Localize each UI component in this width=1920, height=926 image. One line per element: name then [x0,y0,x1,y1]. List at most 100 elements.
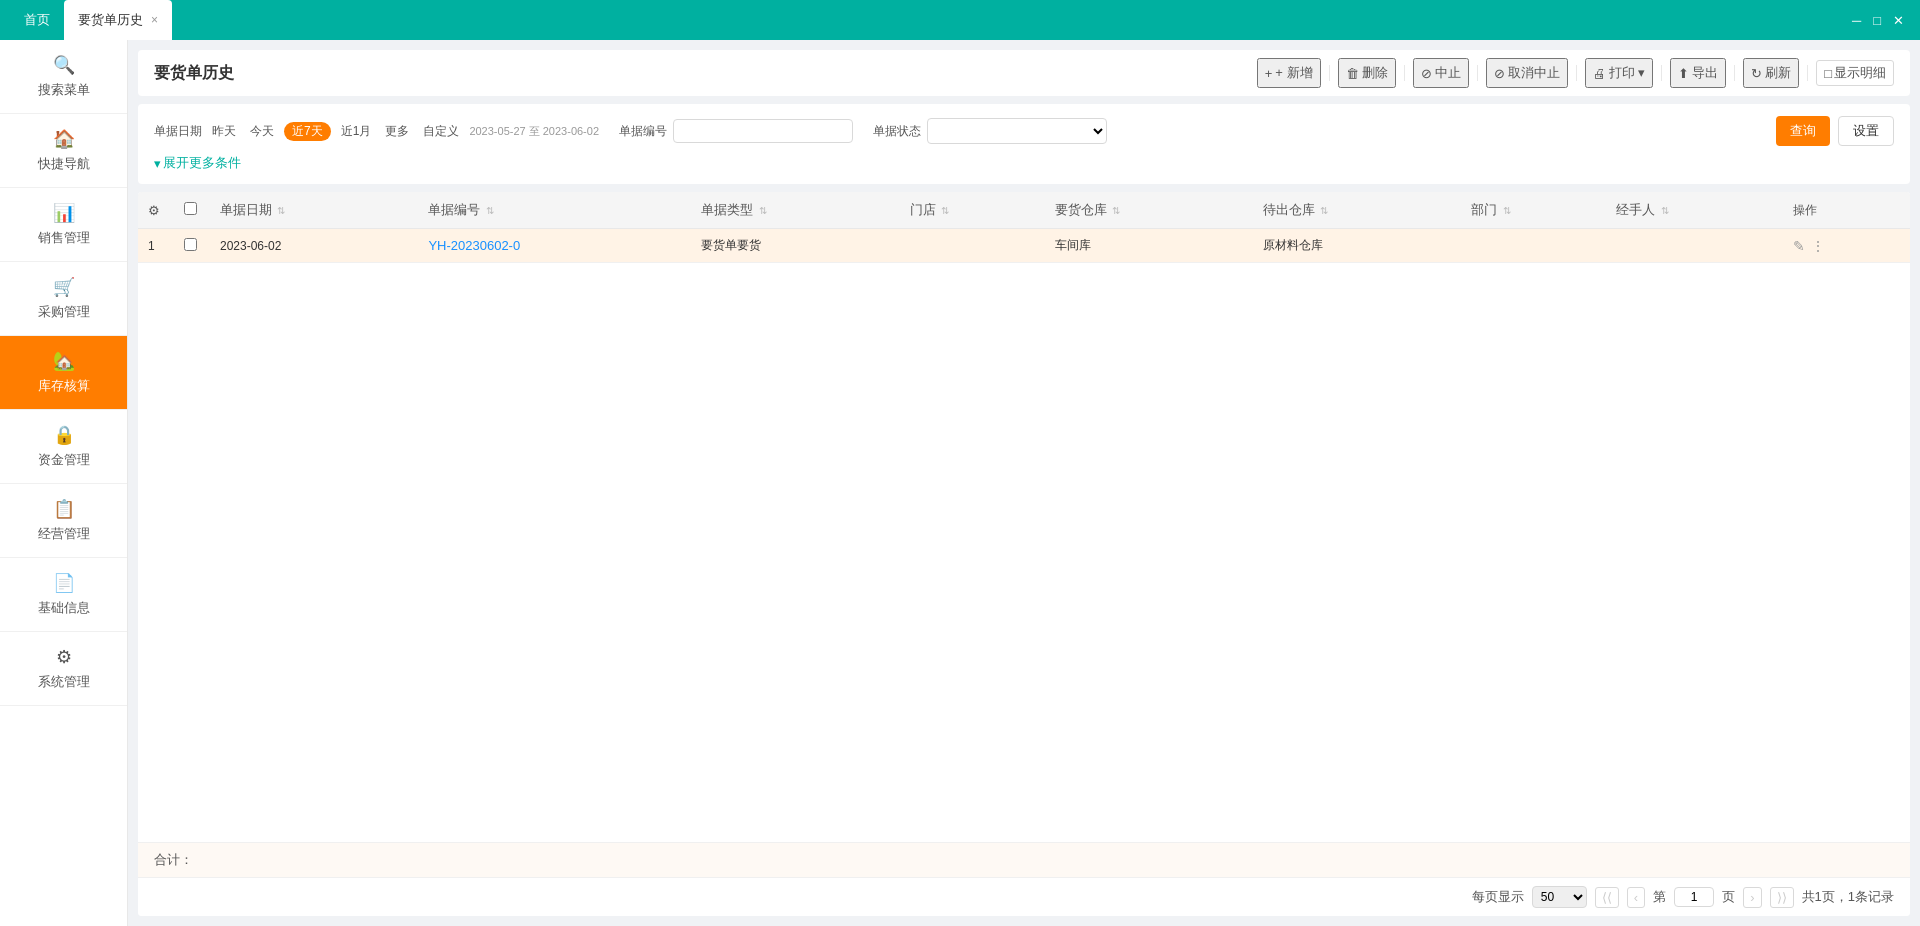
page-input-suffix: 页 [1722,888,1735,906]
filter-group-order-no: 单据编号 [619,119,853,143]
delete-button[interactable]: 🗑 删除 [1338,58,1396,88]
divider-2 [1404,65,1405,81]
cell-date: 2023-06-02 [210,229,418,263]
ops-mgmt-icon: 📋 [53,498,75,520]
order-no-link[interactable]: YH-20230602-0 [428,238,520,253]
date-option-1month[interactable]: 近1月 [337,122,376,141]
close-window-icon[interactable]: ✕ [1893,13,1904,28]
sidebar-item-finance-mgmt[interactable]: 🔒 资金管理 [0,410,127,484]
tab-home[interactable]: 首页 [10,0,64,40]
select-all-checkbox[interactable] [184,202,197,215]
settings-button[interactable]: 设置 [1838,116,1894,146]
sidebar-item-quick-nav[interactable]: 🏠 快捷导航 [0,114,127,188]
finance-mgmt-icon: 🔒 [53,424,75,446]
sort-req-warehouse-icon[interactable]: ⇅ [1112,205,1120,216]
sum-label: 合计： [154,852,193,867]
cell-department [1461,229,1606,263]
sidebar-item-ops-mgmt[interactable]: 📋 经营管理 [0,484,127,558]
date-filter-label: 单据日期 [154,123,202,140]
date-option-yesterday[interactable]: 昨天 [208,122,240,141]
display-cell-button[interactable]: □ 显示明细 [1816,60,1894,86]
table-body: 1 2023-06-02 YH-20230602-0 要货单要货 车间库 [138,229,1910,263]
data-table: ⚙ 单据日期 ⇅ 单据编号 ⇅ [138,192,1910,263]
maximize-icon[interactable]: □ [1873,13,1881,28]
date-range-display: 2023-05-27 至 2023-06-02 [469,124,599,139]
next-page-button[interactable]: › [1743,887,1761,908]
col-type: 单据类型 ⇅ [691,192,899,229]
col-store: 门店 ⇅ [900,192,1045,229]
sidebar-item-search-menu[interactable]: 🔍 搜索菜单 [0,40,127,114]
date-option-today[interactable]: 今天 [246,122,278,141]
column-settings-icon[interactable]: ⚙ [148,203,160,218]
print-button[interactable]: 🖨 打印 ▾ [1585,58,1654,88]
date-option-more[interactable]: 更多 [381,122,413,141]
row-checkbox[interactable] [184,238,197,251]
prev-page-button[interactable]: ‹ [1627,887,1645,908]
sort-handler-icon[interactable]: ⇅ [1661,205,1669,216]
export-button[interactable]: ⬆ 导出 [1670,58,1726,88]
search-button[interactable]: 查询 [1776,116,1830,146]
page-size-label: 每页显示 [1472,888,1524,906]
total-info: 共1页，1条记录 [1802,888,1894,906]
window-controls: ─ □ ✕ [1852,13,1920,28]
sidebar-item-base-info[interactable]: 📄 基础信息 [0,558,127,632]
sidebar-item-purchase-mgmt[interactable]: 🛒 采购管理 [0,262,127,336]
date-option-custom[interactable]: 自定义 [419,122,463,141]
sum-bar: 合计： [138,842,1910,877]
sort-order-no-icon[interactable]: ⇅ [486,205,494,216]
expand-filter-button[interactable]: ▾ 展开更多条件 [154,154,241,172]
status-select[interactable] [927,118,1107,144]
order-no-label: 单据编号 [619,123,667,140]
sort-date-icon[interactable]: ⇅ [277,205,285,216]
system-mgmt-icon: ⚙ [56,646,72,668]
filter-row-1: 单据日期 昨天 今天 近7天 近1月 更多 自定义 2023-05-27 至 2… [154,116,1894,146]
refresh-button[interactable]: ↻ 刷新 [1743,58,1799,88]
cell-index: 1 [138,229,174,263]
close-tab-icon[interactable]: × [151,13,158,27]
edit-icon[interactable]: ✎ [1793,238,1805,254]
filter-group-date: 单据日期 昨天 今天 近7天 近1月 更多 自定义 2023-05-27 至 2… [154,122,599,141]
display-cell-icon: □ [1824,66,1832,81]
toolbar: + + 新增 🗑 删除 ⊘ 中止 ⊘ 取消中止 [1257,58,1894,88]
sort-pending-warehouse-icon[interactable]: ⇅ [1320,205,1328,216]
page-size-select[interactable]: 50 10 20 100 [1532,886,1587,908]
inventory-check-icon: 🏡 [53,350,75,372]
sort-department-icon[interactable]: ⇅ [1503,205,1511,216]
divider-3 [1477,65,1478,81]
refresh-icon: ↻ [1751,66,1762,81]
stop-icon: ⊘ [1421,66,1432,81]
new-icon: + [1265,66,1273,81]
status-label: 单据状态 [873,123,921,140]
col-settings: ⚙ [138,192,174,229]
page-number-input[interactable] [1674,887,1714,907]
sort-type-icon[interactable]: ⇅ [759,205,767,216]
col-checkbox [174,192,210,229]
cancel-stop-button[interactable]: ⊘ 取消中止 [1486,58,1568,88]
delete-icon: 🗑 [1346,66,1359,81]
action-icons: ✎ ⋮ [1793,238,1900,254]
last-page-button[interactable]: ⟩⟩ [1770,887,1794,908]
divider-7 [1807,65,1808,81]
order-no-input[interactable] [673,119,853,143]
main-layout: 🔍 搜索菜单 🏠 快捷导航 📊 销售管理 🛒 采购管理 🏡 库存核算 🔒 资金管… [0,40,1920,926]
first-page-button[interactable]: ⟨⟨ [1595,887,1619,908]
cell-store [900,229,1045,263]
sidebar: 🔍 搜索菜单 🏠 快捷导航 📊 销售管理 🛒 采购管理 🏡 库存核算 🔒 资金管… [0,40,128,926]
export-icon: ⬆ [1678,66,1689,81]
sort-store-icon[interactable]: ⇅ [941,205,949,216]
divider-1 [1329,65,1330,81]
stop-button[interactable]: ⊘ 中止 [1413,58,1469,88]
chevron-down-icon: ▾ [154,156,161,171]
date-option-7days[interactable]: 近7天 [284,122,331,141]
tab-requisition-history[interactable]: 要货单历史 × [64,0,172,40]
table-wrapper: ⚙ 单据日期 ⇅ 单据编号 ⇅ [138,192,1910,842]
filter-group-status: 单据状态 [873,118,1107,144]
sidebar-item-system-mgmt[interactable]: ⚙ 系统管理 [0,632,127,706]
col-actions: 操作 [1783,192,1910,229]
sidebar-item-inventory-check[interactable]: 🏡 库存核算 [0,336,127,410]
sales-mgmt-icon: 📊 [53,202,75,224]
more-icon[interactable]: ⋮ [1811,238,1825,254]
new-button[interactable]: + + 新增 [1257,58,1321,88]
minimize-icon[interactable]: ─ [1852,13,1861,28]
sidebar-item-sales-mgmt[interactable]: 📊 销售管理 [0,188,127,262]
